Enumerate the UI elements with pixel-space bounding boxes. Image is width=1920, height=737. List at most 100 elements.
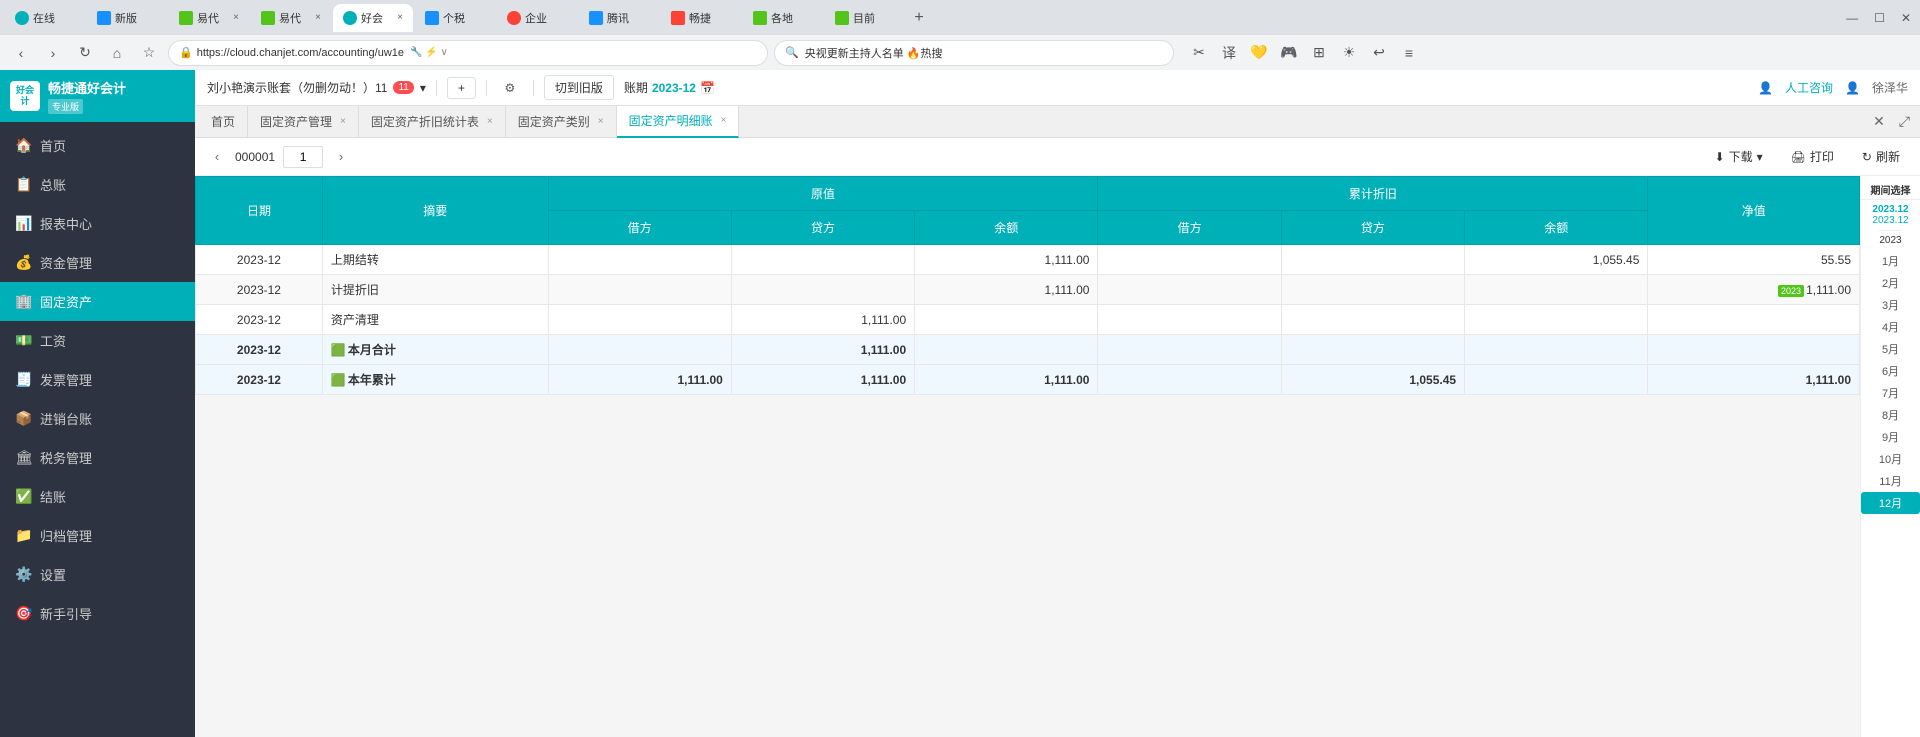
closing-icon: ✅	[16, 489, 32, 505]
cell-summary: 🟩本月合计	[322, 335, 548, 365]
address-bar[interactable]: 🔒 https://cloud.chanjet.com/accounting/u…	[168, 40, 768, 66]
download-button[interactable]: ⬇ 下载 ▾	[1707, 144, 1771, 169]
browser-search-bar[interactable]: 🔍 央视更新主持人名单 🔥热搜	[774, 40, 1174, 66]
add-account-button[interactable]: +	[447, 77, 476, 99]
browser-tab-2[interactable]: 新版	[87, 4, 167, 32]
next-page-button[interactable]: ›	[331, 147, 351, 167]
sidebar-item-funds[interactable]: 💰 资金管理	[0, 243, 195, 282]
sidebar-item-closing[interactable]: ✅ 结账	[0, 477, 195, 516]
grid-icon[interactable]: ⊞	[1308, 42, 1330, 64]
tab-fixed-assets-category[interactable]: 固定资产类别 ×	[506, 106, 617, 138]
period-month-10[interactable]: 10月	[1861, 448, 1920, 470]
divider-2	[486, 80, 487, 96]
period-month-7[interactable]: 7月	[1861, 382, 1920, 404]
th-orig-balance: 余额	[915, 211, 1098, 245]
period-month-9[interactable]: 9月	[1861, 426, 1920, 448]
tab-close-4[interactable]: ×	[315, 12, 321, 23]
tab-close-fixed-assets-mgmt[interactable]: ×	[340, 116, 346, 127]
tab-close-depreciation-stats[interactable]: ×	[487, 116, 493, 127]
browser-tab-1[interactable]: 在线	[5, 4, 85, 32]
gaming-icon[interactable]: 🎮	[1278, 42, 1300, 64]
sidebar-item-fixed-assets[interactable]: 🏢 固定资产	[0, 282, 195, 321]
cell-dep-credit: 1,055.45	[1281, 365, 1464, 395]
cell-dep-balance	[1465, 365, 1648, 395]
sidebar-item-invoice[interactable]: 🧾 发票管理	[0, 360, 195, 399]
browser-tab-4[interactable]: 易代 ×	[251, 4, 331, 32]
brightness-icon[interactable]: ☀	[1338, 42, 1360, 64]
prev-page-button[interactable]: ‹	[207, 147, 227, 167]
period-month-3[interactable]: 3月	[1861, 294, 1920, 316]
tab-close-5[interactable]: ×	[397, 12, 403, 23]
cell-orig-balance	[915, 335, 1098, 365]
close-window-button[interactable]: ✕	[1897, 11, 1915, 25]
tab-close-detail[interactable]: ×	[721, 115, 727, 126]
app-container: 好会计 畅捷通好会计 专业版 🏠 首页 📋 总账 📊 报表中心 💰 资金	[0, 70, 1920, 737]
browser-tab-10[interactable]: 各地	[743, 4, 823, 32]
tab-fixed-assets-management[interactable]: 固定资产管理 ×	[248, 106, 359, 138]
sidebar-item-salary[interactable]: 💵 工资	[0, 321, 195, 360]
period-month-6[interactable]: 6月	[1861, 360, 1920, 382]
sidebar-item-settings[interactable]: ⚙️ 设置	[0, 555, 195, 594]
cell-date: 2023-12	[196, 245, 323, 275]
period-month-12[interactable]: 12月	[1861, 492, 1920, 514]
th-date: 日期	[196, 177, 323, 245]
maximize-button[interactable]: ☐	[1870, 11, 1889, 25]
browser-tab-5[interactable]: 好会 ×	[333, 4, 413, 32]
sidebar-item-archive[interactable]: 📁 归档管理	[0, 516, 195, 555]
th-original-value: 原值	[548, 177, 1098, 211]
period-month-1[interactable]: 1月	[1861, 250, 1920, 272]
sidebar-item-guide[interactable]: 🎯 新手引导	[0, 594, 195, 633]
period-month-11[interactable]: 11月	[1861, 470, 1920, 492]
history-icon[interactable]: ↩	[1368, 42, 1390, 64]
browser-tab-3[interactable]: 易代 ×	[169, 4, 249, 32]
browser-toolbar-right: ✂ 译 💛 🎮 ⊞ ☀ ↩ ≡	[1188, 42, 1420, 64]
close-all-tabs-button[interactable]: ✕	[1867, 111, 1891, 132]
tab-fixed-assets-detail[interactable]: 固定资产明细账 ×	[617, 106, 740, 138]
sidebar-item-reports[interactable]: 📊 报表中心	[0, 204, 195, 243]
tab-home[interactable]: 首页	[199, 106, 248, 138]
browser-tab-11[interactable]: 目前	[825, 4, 905, 32]
back-button[interactable]: ‹	[8, 40, 34, 66]
home-icon: 🏠	[16, 138, 32, 154]
fixed-assets-detail-table: 日期 摘要 原值 累计折旧 净值 借方 贷方 余额 借方 贷方 余额	[195, 176, 1860, 395]
tab-close-category[interactable]: ×	[598, 116, 604, 127]
expand-tabs-button[interactable]: ⤢	[1893, 111, 1916, 132]
new-tab-button[interactable]: +	[907, 6, 931, 30]
reload-button[interactable]: ↻	[72, 40, 98, 66]
dropdown-icon[interactable]: ▾	[420, 81, 426, 95]
tab-depreciation-stats[interactable]: 固定资产折旧统计表 ×	[359, 106, 506, 138]
print-button[interactable]: 🖨 打印	[1783, 144, 1842, 169]
browser-tab-9[interactable]: 畅捷	[661, 4, 741, 32]
period-month-4[interactable]: 4月	[1861, 316, 1920, 338]
period-month-8[interactable]: 8月	[1861, 404, 1920, 426]
download-dropdown-icon[interactable]: ▾	[1757, 150, 1763, 164]
refresh-button[interactable]: ↻ 刷新	[1854, 144, 1908, 169]
forward-button[interactable]: ›	[40, 40, 66, 66]
wallet-icon[interactable]: 💛	[1248, 42, 1270, 64]
period-month-5[interactable]: 5月	[1861, 338, 1920, 360]
sidebar-item-tax[interactable]: 🏛 税务管理	[0, 438, 195, 477]
period-month-2[interactable]: 2月	[1861, 272, 1920, 294]
cell-dep-balance	[1465, 335, 1648, 365]
minimize-button[interactable]: —	[1842, 11, 1862, 25]
browser-tab-8[interactable]: 腾讯	[579, 4, 659, 32]
translate-icon[interactable]: 译	[1218, 42, 1240, 64]
page-number-input[interactable]	[283, 146, 323, 168]
sidebar-item-inventory[interactable]: 📦 进销台账	[0, 399, 195, 438]
cell-dep-debit	[1098, 365, 1281, 395]
sidebar-item-ledger[interactable]: 📋 总账	[0, 165, 195, 204]
settings-topbar-button[interactable]: ⚙	[497, 75, 523, 101]
switch-version-button[interactable]: 切到旧版	[544, 75, 614, 100]
bookmark-button[interactable]: ☆	[136, 40, 162, 66]
user-avatar-icon: 👤	[1845, 81, 1860, 95]
browser-tab-6[interactable]: 个税	[415, 4, 495, 32]
scissors-icon[interactable]: ✂	[1188, 42, 1210, 64]
home-nav-button[interactable]: ⌂	[104, 40, 130, 66]
cell-dep-credit	[1281, 275, 1464, 305]
menu-icon[interactable]: ≡	[1398, 42, 1420, 64]
sidebar-item-home[interactable]: 🏠 首页	[0, 126, 195, 165]
customer-service-icon: 👤	[1758, 81, 1773, 95]
browser-tab-7[interactable]: 企业	[497, 4, 577, 32]
tab-close-3[interactable]: ×	[233, 12, 239, 23]
calendar-icon[interactable]: 📅	[700, 81, 715, 95]
